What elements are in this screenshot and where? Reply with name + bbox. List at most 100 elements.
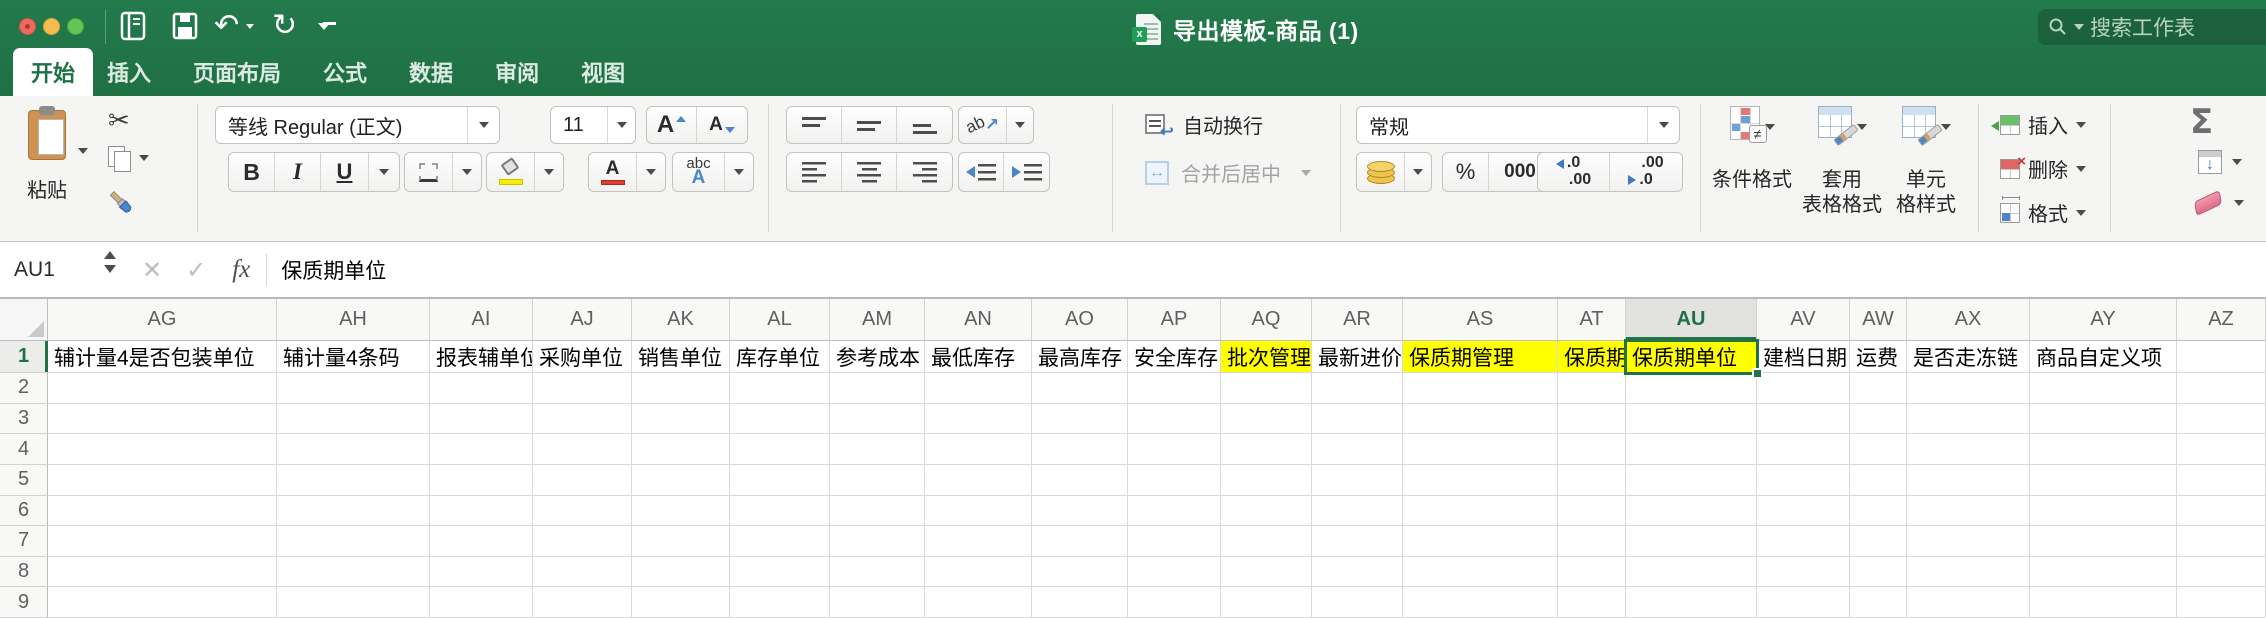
cell-AO4[interactable] [1032, 434, 1128, 465]
undo-button[interactable]: ↶ [214, 6, 255, 46]
cell-AH2[interactable] [277, 373, 430, 404]
column-header-AY[interactable]: AY [2030, 299, 2177, 341]
cell-AO6[interactable] [1032, 495, 1128, 527]
cell-AM9[interactable] [830, 587, 925, 618]
cell-AS7[interactable] [1403, 526, 1558, 557]
cell-AW4[interactable] [1850, 434, 1907, 465]
cell-AX9[interactable] [1907, 587, 2030, 618]
align-right-button[interactable] [897, 153, 952, 191]
cell-AK5[interactable] [632, 464, 730, 496]
cell-styles-button[interactable]: 单元 格样式 [1896, 106, 1956, 218]
cell-AI7[interactable] [430, 526, 533, 557]
cell-AH4[interactable] [277, 434, 430, 465]
text-orientation-button[interactable]: ab ↗ [959, 107, 1007, 143]
column-header-AG[interactable]: AG [48, 299, 277, 341]
cell-AV5[interactable] [1757, 464, 1850, 496]
row-header-6[interactable]: 6 [0, 495, 48, 527]
cell-AT6[interactable] [1558, 495, 1626, 527]
cell-AT9[interactable] [1558, 587, 1626, 618]
cell-AN9[interactable] [925, 587, 1032, 618]
cell-AS2[interactable] [1403, 373, 1558, 404]
merge-center-dropdown[interactable] [1301, 169, 1311, 176]
font-color-dropdown[interactable] [637, 153, 665, 191]
column-header-AK[interactable]: AK [632, 299, 730, 341]
cell-AI1[interactable]: 报表辅单位 [430, 341, 533, 373]
cell-AT4[interactable] [1558, 434, 1626, 465]
cell-AH1[interactable]: 辅计量4条码 [277, 341, 430, 373]
cell-AX7[interactable] [1907, 526, 2030, 557]
paste-button[interactable]: 粘贴 [12, 104, 82, 222]
cell-AV3[interactable] [1757, 403, 1850, 435]
cell-AV2[interactable] [1757, 373, 1850, 404]
copy-button[interactable] [108, 146, 149, 172]
cell-AK2[interactable] [632, 373, 730, 404]
cell-AI2[interactable] [430, 373, 533, 404]
row-header-8[interactable]: 8 [0, 556, 48, 588]
decrease-font-size-button[interactable]: A [697, 107, 747, 143]
select-all-corner[interactable] [0, 299, 48, 341]
cell-AZ3[interactable] [2177, 403, 2266, 435]
cell-AG5[interactable] [48, 464, 277, 496]
merge-center-button[interactable]: ↔ 合并后居中 [1145, 158, 1311, 187]
cell-AR4[interactable] [1312, 434, 1403, 465]
cell-AY5[interactable] [2030, 464, 2177, 496]
cell-AT7[interactable] [1558, 526, 1626, 557]
cell-AZ8[interactable] [2177, 556, 2266, 588]
cell-AP2[interactable] [1128, 373, 1221, 404]
cell-AK4[interactable] [632, 434, 730, 465]
cell-AQ8[interactable] [1221, 556, 1312, 588]
workbook-gallery-button[interactable] [118, 6, 148, 46]
align-center-button[interactable] [842, 153, 897, 191]
cell-AJ6[interactable] [533, 495, 632, 527]
cell-AG6[interactable] [48, 495, 277, 527]
stepper-up-icon[interactable] [104, 251, 116, 259]
cell-AU8[interactable] [1626, 556, 1757, 588]
cell-AN3[interactable] [925, 403, 1032, 435]
fill-dropdown[interactable] [2232, 159, 2242, 165]
cell-AO9[interactable] [1032, 587, 1128, 618]
paste-dropdown-arrow-icon[interactable] [78, 148, 88, 154]
cell-AP7[interactable] [1128, 526, 1221, 557]
delete-cells-dropdown[interactable] [2076, 165, 2086, 172]
column-header-AV[interactable]: AV [1757, 299, 1850, 341]
cell-AJ5[interactable] [533, 464, 632, 496]
copy-dropdown-arrow-icon[interactable] [139, 155, 149, 161]
cell-AU7[interactable] [1626, 526, 1757, 557]
column-header-AO[interactable]: AO [1032, 299, 1128, 341]
formula-bar-content[interactable]: 保质期单位 [281, 255, 386, 285]
column-header-AH[interactable]: AH [277, 299, 430, 341]
cell-AT5[interactable] [1558, 464, 1626, 496]
currency-format-button[interactable] [1357, 153, 1405, 191]
column-header-AZ[interactable]: AZ [2177, 299, 2266, 341]
cell-AO1[interactable]: 最高库存 [1032, 341, 1128, 373]
italic-button[interactable]: I [275, 153, 321, 191]
cell-AY8[interactable] [2030, 556, 2177, 588]
cell-AW9[interactable] [1850, 587, 1907, 618]
cell-AW7[interactable] [1850, 526, 1907, 557]
cell-AM2[interactable] [830, 373, 925, 404]
cell-AS9[interactable] [1403, 587, 1558, 618]
cell-AL4[interactable] [730, 434, 830, 465]
borders-dropdown[interactable] [453, 153, 481, 191]
cell-AO8[interactable] [1032, 556, 1128, 588]
decrease-decimal-button[interactable]: .00 .0 [1610, 153, 1682, 191]
cell-AY1[interactable]: 商品自定义项 [2030, 341, 2177, 373]
cell-AU3[interactable] [1626, 403, 1757, 435]
column-header-AS[interactable]: AS [1403, 299, 1558, 341]
cell-AM5[interactable] [830, 464, 925, 496]
cell-AL7[interactable] [730, 526, 830, 557]
cell-AG1[interactable]: 辅计量4是否包装单位 [48, 341, 277, 373]
cell-AL1[interactable]: 库存单位 [730, 341, 830, 373]
cell-AZ4[interactable] [2177, 434, 2266, 465]
row-header-4[interactable]: 4 [0, 434, 48, 465]
cell-AO7[interactable] [1032, 526, 1128, 557]
align-top-button[interactable] [787, 107, 842, 143]
cell-AV6[interactable] [1757, 495, 1850, 527]
cell-AQ5[interactable] [1221, 464, 1312, 496]
increase-font-size-button[interactable]: A [647, 107, 697, 143]
tab-home[interactable]: 开始 [13, 48, 94, 96]
name-box-stepper[interactable] [104, 251, 116, 273]
column-header-AL[interactable]: AL [730, 299, 830, 341]
align-bottom-button[interactable] [897, 107, 952, 143]
cell-AP1[interactable]: 安全库存 [1128, 341, 1221, 373]
